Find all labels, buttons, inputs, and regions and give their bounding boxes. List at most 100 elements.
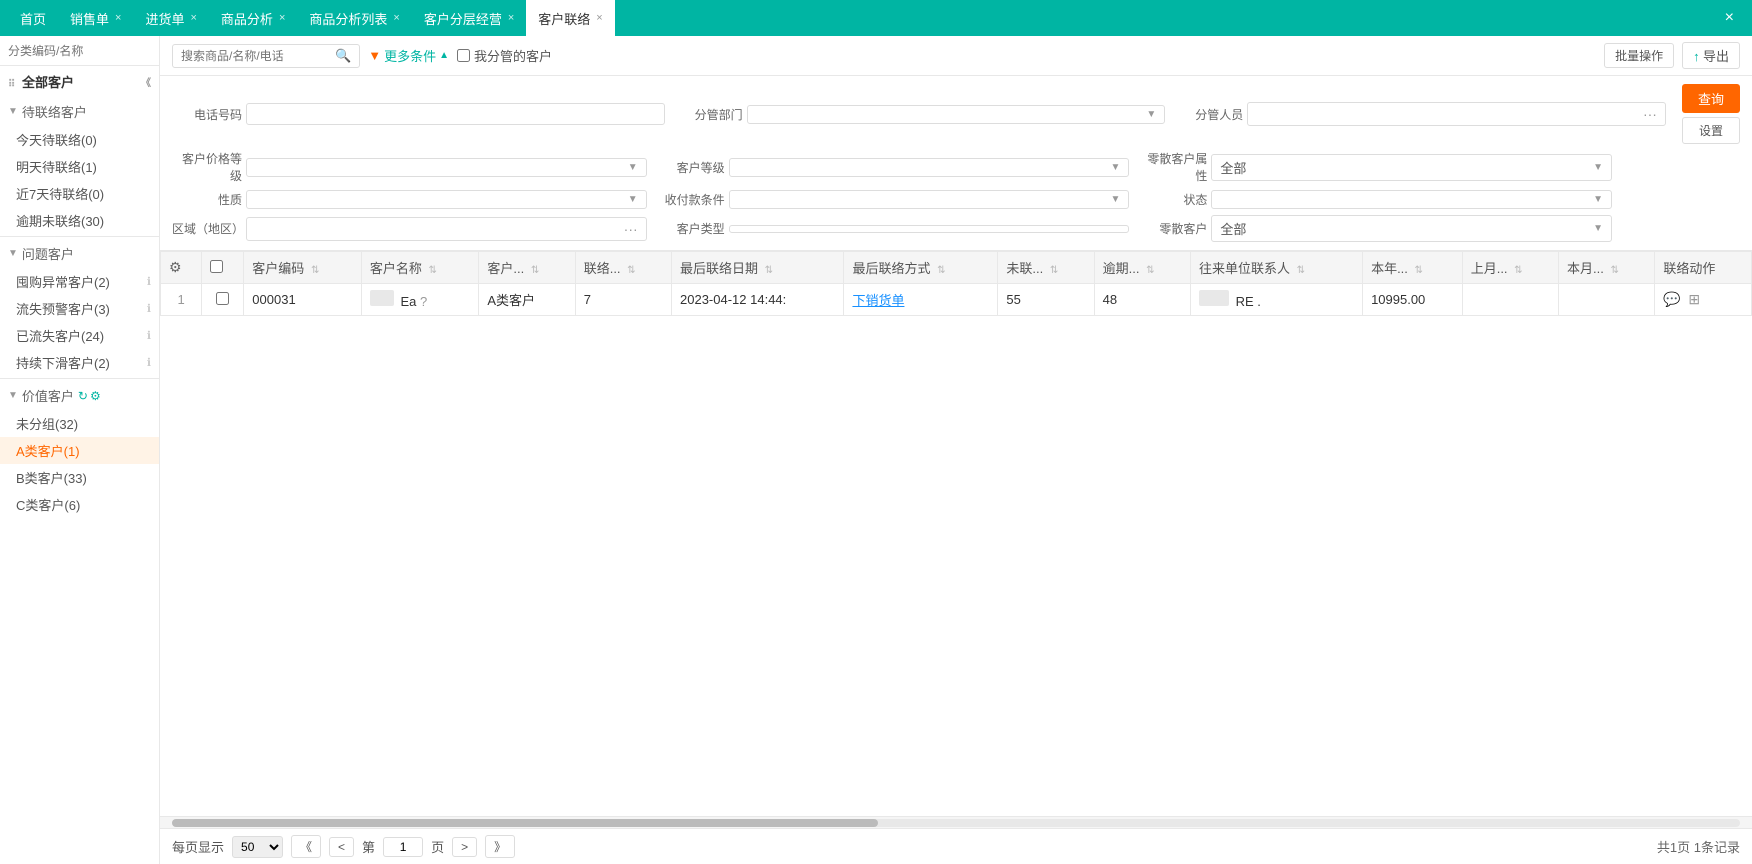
table-gear-icon[interactable]: ⚙ [169,259,182,275]
col-code[interactable]: 客户编码 ⇅ [244,252,362,284]
close-sales-icon[interactable]: × [115,12,121,24]
info-icon-churned[interactable]: ℹ [147,329,151,342]
nav-product-analysis[interactable]: 商品分析 × [209,0,297,36]
col-contact[interactable]: 联络... ⇅ [575,252,671,284]
batch-operation-btn[interactable]: 批量操作 [1604,43,1674,68]
filter-search-input[interactable] [181,49,331,63]
region-select[interactable]: ··· [246,217,647,241]
sidebar-item-hoard[interactable]: 囤购异常客户(2) ℹ [0,268,159,295]
scrollbar-thumb[interactable] [172,819,878,827]
filter-icon: ▼ [368,48,381,63]
last-method-link[interactable]: 下销货单 [852,293,904,308]
page-number-input[interactable] [383,837,423,857]
price-level-arrow-icon: ▼ [628,162,638,173]
row-checkbox[interactable] [216,292,229,305]
col-gear[interactable]: ⚙ [161,252,202,284]
col-check[interactable] [202,252,244,284]
row-check-cell[interactable] [202,284,244,316]
col-last-date[interactable]: 最后联络日期 ⇅ [672,252,844,284]
customer-level-select[interactable]: ▼ [729,158,1130,177]
filter-cell-manager: 分管人员 ··· [1173,102,1666,126]
sidebar-item-c-class[interactable]: C类客户(6) [0,491,159,518]
first-page-btn[interactable]: 《 [291,835,321,858]
value-customers-group[interactable]: ▼ 价值客户 ↻ ⚙ [0,381,159,410]
all-customers-header[interactable]: ⠿ 全部客户 《 [0,66,159,97]
price-level-select[interactable]: ▼ [246,158,647,177]
next-page-btn[interactable]: > [452,837,477,857]
filter-search-icon[interactable]: 🔍 [335,48,351,64]
settings-small-icon[interactable]: ⚙ [90,389,101,403]
customer-type-select[interactable] [729,225,1130,233]
nav-customer-segment[interactable]: 客户分层经营 × [412,0,526,36]
manager-dots-icon[interactable]: ··· [1643,106,1657,122]
select-all-checkbox[interactable] [210,260,223,273]
manager-select[interactable]: ··· [1247,102,1666,126]
retail-select[interactable]: 全部 ▼ [1211,215,1612,242]
close-purchase-icon[interactable]: × [190,12,196,24]
nav-sales[interactable]: 销售单 × [58,0,133,36]
my-customers-checkbox[interactable] [457,49,470,62]
close-window-icon[interactable]: × [1715,9,1744,27]
sidebar-search-input[interactable] [8,44,160,58]
per-page-select[interactable]: 50 100 [232,836,283,858]
code-sort-icon: ⇅ [311,265,319,276]
query-btn[interactable]: 查询 [1682,84,1740,113]
sidebar-item-tomorrow[interactable]: 明天待联络(1) [0,153,159,180]
dept-select[interactable]: ▼ [747,105,1166,124]
info-icon-churn[interactable]: ℹ [147,302,151,315]
filter-more-arrow: ▲ [439,50,449,61]
person-sort-icon: ⇅ [1297,265,1305,276]
phone-input[interactable] [246,103,665,125]
payment-select[interactable]: ▼ [729,190,1130,209]
nav-product-analysis-list[interactable]: 商品分析列表 × [297,0,411,36]
export-btn[interactable]: ↑ 导出 [1682,42,1740,69]
sidebar-item-a-class[interactable]: A类客户(1) [0,437,159,464]
info-icon-declining[interactable]: ℹ [147,356,151,369]
nature-select[interactable]: ▼ [246,190,647,209]
col-this-month[interactable]: 本月... ⇅ [1559,252,1655,284]
sidebar-item-unclassified[interactable]: 未分组(32) [0,410,159,437]
sidebar-item-declining[interactable]: 持续下滑客户(2) ℹ [0,349,159,376]
row-level-cell: A类客户 [479,284,575,316]
info-icon-hoard[interactable]: ℹ [147,275,151,288]
settings-btn[interactable]: 设置 [1682,117,1740,144]
nav-home[interactable]: 首页 [8,0,58,36]
nav-customer-contact[interactable]: 客户联络 × [526,0,614,36]
problem-customers-group[interactable]: ▼ 问题客户 [0,239,159,268]
last-page-btn[interactable]: 》 [485,835,515,858]
row-last-method-cell[interactable]: 下销货单 [844,284,998,316]
close-product-analysis-list-icon[interactable]: × [393,12,399,24]
grid-action-icon[interactable]: ⊞ [1688,291,1700,307]
sidebar-item-today[interactable]: 今天待联络(0) [0,126,159,153]
horizontal-scrollbar[interactable] [160,816,1752,828]
sidebar-item-churned[interactable]: 已流失客户(24) ℹ [0,322,159,349]
filter-row-4: 区域（地区） ··· 客户类型 零散客户 全部 ▼ [172,215,1740,242]
col-this-year[interactable]: 本年... ⇅ [1363,252,1463,284]
sidebar-collapse-icon[interactable]: 《 [141,74,151,89]
col-person[interactable]: 往来单位联系人 ⇅ [1190,252,1362,284]
col-overdue[interactable]: 逾期... ⇅ [1094,252,1190,284]
region-dots-icon[interactable]: ··· [624,221,638,237]
close-customer-segment-icon[interactable]: × [508,12,514,24]
prev-page-btn[interactable]: < [329,837,354,857]
col-last-month[interactable]: 上月... ⇅ [1462,252,1558,284]
close-product-analysis-icon[interactable]: × [279,12,285,24]
nav-purchase[interactable]: 进货单 × [133,0,208,36]
sidebar-item-7days[interactable]: 近7天待联络(0) [0,180,159,207]
message-action-icon[interactable]: 💬 [1663,291,1680,307]
level-sort-icon: ⇅ [531,265,539,276]
table-header-row: ⚙ 客户编码 ⇅ 客户名称 ⇅ [161,252,1752,284]
sidebar-item-overdue[interactable]: 逾期未联络(30) [0,207,159,234]
col-name[interactable]: 客户名称 ⇅ [361,252,479,284]
more-filters-btn[interactable]: ▼ 更多条件 ▲ [368,46,449,65]
status-select[interactable]: ▼ [1211,190,1612,209]
col-level[interactable]: 客户... ⇅ [479,252,575,284]
sidebar-item-churn-warning[interactable]: 流失预警客户(3) ℹ [0,295,159,322]
pending-contact-group[interactable]: ▼ 待联络客户 [0,97,159,126]
retail-attr-select[interactable]: 全部 ▼ [1211,154,1612,181]
col-last-method[interactable]: 最后联络方式 ⇅ [844,252,998,284]
refresh-icon[interactable]: ↻ [78,389,88,403]
close-customer-contact-icon[interactable]: × [596,12,602,24]
sidebar-item-b-class[interactable]: B类客户(33) [0,464,159,491]
col-uncontact[interactable]: 未联... ⇅ [998,252,1094,284]
